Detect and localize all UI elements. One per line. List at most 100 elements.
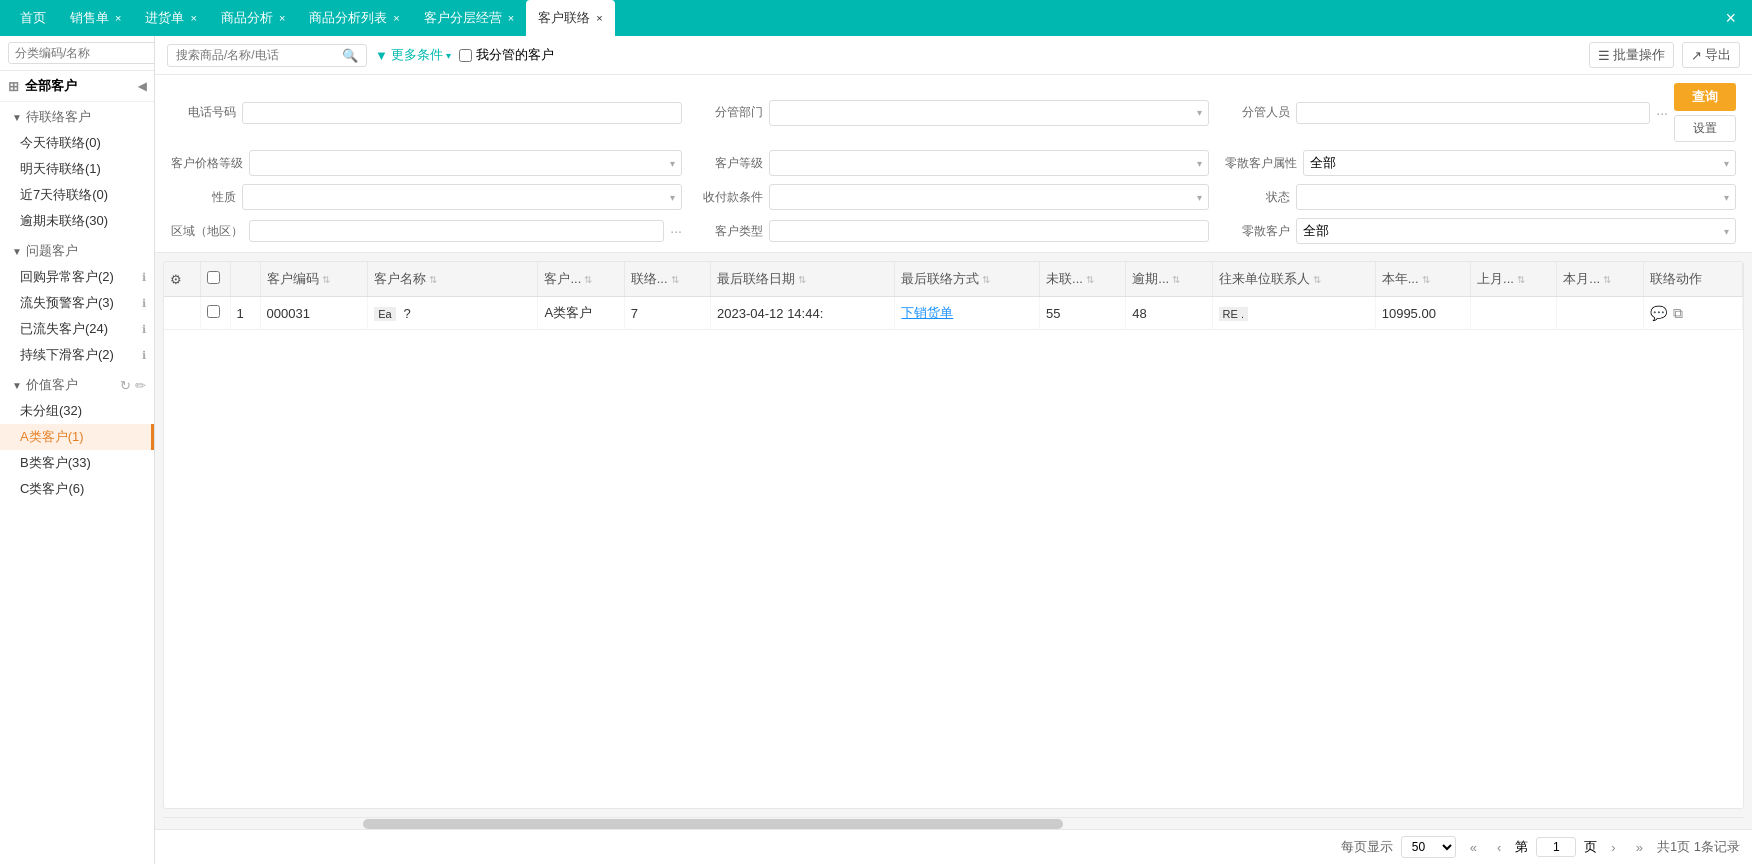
sidebar-item-tomorrow[interactable]: 明天待联络(1) (0, 156, 154, 182)
manager-input[interactable] (1296, 102, 1650, 124)
retail-customer-arrow: ▾ (1724, 226, 1729, 237)
prev-page-button[interactable]: ‹ (1491, 838, 1507, 857)
last-page-button[interactable]: » (1630, 838, 1649, 857)
nav-tab-customer-contact[interactable]: 客户联络 × (526, 0, 614, 36)
retail-customer-select[interactable]: 全部 ▾ (1296, 218, 1736, 244)
col-last-method[interactable]: 最后联络方式 ⇅ (895, 262, 1040, 297)
value-arrow: ▼ (12, 380, 22, 391)
window-close-button[interactable]: × (1717, 8, 1744, 29)
nav-tab-purchase[interactable]: 进货单 × (133, 0, 208, 36)
phone-input[interactable] (242, 102, 682, 124)
my-customers-checkbox[interactable] (459, 49, 472, 62)
payment-label: 收付款条件 (698, 189, 763, 206)
value-header-icons: ↻ ✏ (120, 378, 146, 393)
retail-attr-select[interactable]: 全部 ▾ (1303, 150, 1736, 176)
sort-icon-last-method: ⇅ (982, 274, 990, 285)
export-button[interactable]: ↗ 导出 (1682, 42, 1740, 68)
link-action-icon[interactable]: ⧉ (1673, 305, 1683, 322)
col-this-month[interactable]: 本月... ⇅ (1557, 262, 1643, 297)
col-contact-person[interactable]: 往来单位联系人 ⇅ (1212, 262, 1375, 297)
nature-arrow: ▾ (670, 192, 675, 203)
dept-select[interactable]: ▾ (769, 100, 1209, 126)
edit-icon[interactable]: ✏ (135, 378, 146, 393)
status-select[interactable]: ▾ (1296, 184, 1736, 210)
nav-home[interactable]: 首页 (8, 9, 58, 27)
page-size-select[interactable]: 50 10 20 100 (1401, 836, 1456, 858)
contact-person-badge: RE . (1219, 307, 1248, 321)
pending-contact-title[interactable]: ▼ 待联络客户 (0, 104, 154, 130)
col-contact[interactable]: 联络... ⇅ (624, 262, 710, 297)
all-customers-header[interactable]: ⊞ 全部客户 ◀ (0, 71, 154, 102)
sidebar-item-unclassified[interactable]: 未分组(32) (0, 398, 154, 424)
status-label: 状态 (1225, 189, 1290, 206)
sidebar-item-abnormal[interactable]: 回购异常客户(2) ℹ (0, 264, 154, 290)
row-action-buttons: 💬 ⧉ (1650, 305, 1736, 322)
sidebar-item-declining[interactable]: 持续下滑客户(2) ℹ (0, 342, 154, 368)
col-last-date[interactable]: 最后联络日期 ⇅ (711, 262, 895, 297)
scrollbar-thumb[interactable] (363, 819, 1063, 829)
close-purchase-tab[interactable]: × (190, 12, 196, 24)
nav-tab-customer-mgmt[interactable]: 客户分层经营 × (412, 0, 526, 36)
col-last-month[interactable]: 上月... ⇅ (1471, 262, 1557, 297)
advanced-filter-panel: 电话号码 分管部门 ▾ 分管人员 ··· 查询 设置 (155, 75, 1752, 253)
row-checkbox[interactable] (207, 305, 220, 318)
collapse-icon: ◀ (138, 80, 146, 93)
close-customer-mgmt-tab[interactable]: × (508, 12, 514, 24)
sidebar-item-class-c[interactable]: C类客户(6) (0, 476, 154, 502)
page-number-input[interactable] (1536, 837, 1576, 857)
nav-tab-analysis-list[interactable]: 商品分析列表 × (297, 0, 411, 36)
sidebar-item-churned[interactable]: 已流失客户(24) ℹ (0, 316, 154, 342)
nav-tab-analysis[interactable]: 商品分析 × (209, 0, 297, 36)
retail-attr-arrow: ▾ (1724, 158, 1729, 169)
region-input[interactable] (249, 220, 664, 242)
sidebar-item-class-a[interactable]: A类客户(1) (0, 424, 154, 450)
col-not-contacted[interactable]: 未联... ⇅ (1040, 262, 1126, 297)
settings-button[interactable]: 设置 (1674, 115, 1736, 142)
filter-row-customer-level: 客户等级 ▾ (698, 150, 1209, 176)
more-conditions-button[interactable]: ▼ 更多条件 ▾ (375, 46, 451, 64)
close-customer-contact-tab[interactable]: × (596, 12, 602, 24)
filter-row-retail-attr: 零散客户属性 全部 ▾ (1225, 150, 1736, 176)
cell-this-year: 10995.00 (1375, 297, 1470, 330)
close-analysis-tab[interactable]: × (279, 12, 285, 24)
sidebar-item-overdue[interactable]: 逾期未联络(30) (0, 208, 154, 234)
sidebar-item-today[interactable]: 今天待联络(0) (0, 130, 154, 156)
sidebar-item-churn-warning[interactable]: 流失预警客户(3) ℹ (0, 290, 154, 316)
value-customers-header[interactable]: ▼ 价值客户 ↻ ✏ (0, 372, 154, 398)
nav-tab-sales[interactable]: 销售单 × (58, 0, 133, 36)
nature-select[interactable]: ▾ (242, 184, 682, 210)
settings-icon[interactable]: ⚙ (170, 272, 182, 287)
manager-ellipsis[interactable]: ··· (1656, 105, 1668, 121)
my-customers-filter[interactable]: 我分管的客户 (459, 46, 554, 64)
price-level-select[interactable]: ▾ (249, 150, 682, 176)
filter-search-box: 🔍 (167, 44, 367, 67)
next-page-button[interactable]: › (1605, 838, 1621, 857)
sidebar-item-class-b[interactable]: B类客户(33) (0, 450, 154, 476)
query-button[interactable]: 查询 (1674, 83, 1736, 111)
phone-label: 电话号码 (171, 104, 236, 121)
col-code[interactable]: 客户编码 ⇅ (260, 262, 368, 297)
refresh-icon[interactable]: ↻ (120, 378, 131, 393)
customer-level-label: 客户等级 (698, 155, 763, 172)
close-analysis-list-tab[interactable]: × (393, 12, 399, 24)
sidebar-search-input[interactable] (8, 42, 155, 64)
select-all-checkbox[interactable] (207, 271, 220, 284)
filter-search-input[interactable] (176, 48, 338, 62)
col-type[interactable]: 客户... ⇅ (538, 262, 624, 297)
last-method-link[interactable]: 下销货单 (901, 305, 953, 320)
col-this-year[interactable]: 本年... ⇅ (1375, 262, 1470, 297)
region-ellipsis[interactable]: ··· (670, 223, 682, 239)
payment-select[interactable]: ▾ (769, 184, 1209, 210)
sidebar-item-7days[interactable]: 近7天待联络(0) (0, 182, 154, 208)
customer-level-select[interactable]: ▾ (769, 150, 1209, 176)
first-page-button[interactable]: « (1464, 838, 1483, 857)
customer-type-label: 客户类型 (698, 223, 763, 240)
col-name[interactable]: 客户名称 ⇅ (368, 262, 538, 297)
close-sales-tab[interactable]: × (115, 12, 121, 24)
problem-customers-title[interactable]: ▼ 问题客户 (0, 238, 154, 264)
batch-operation-button[interactable]: ☰ 批量操作 (1589, 42, 1674, 68)
chat-action-icon[interactable]: 💬 (1650, 305, 1667, 322)
customer-type-input[interactable] (769, 220, 1209, 242)
col-overdue[interactable]: 逾期... ⇅ (1126, 262, 1212, 297)
horizontal-scrollbar[interactable] (163, 817, 1744, 829)
